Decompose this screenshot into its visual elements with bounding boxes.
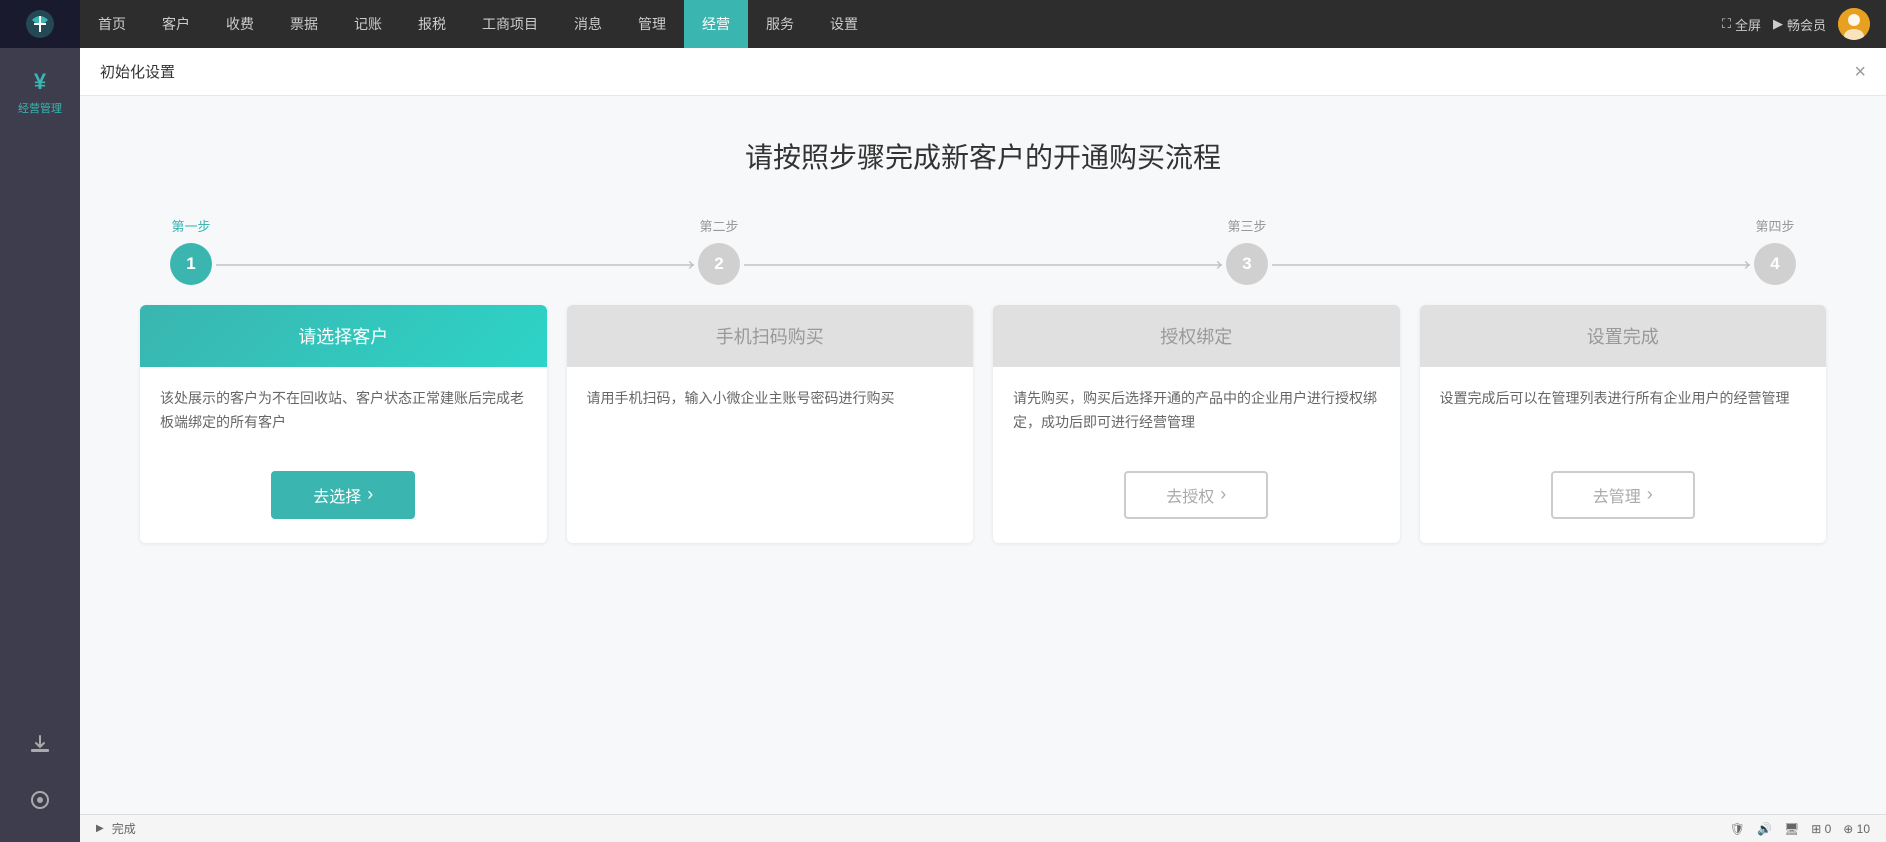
- member-btn[interactable]: ▶ 畅会员: [1773, 15, 1826, 34]
- page-content: 请按照步骤完成新客户的开通购买流程 第一步 1 › 第二步 2: [80, 96, 1886, 814]
- step-card-3: 授权绑定 请先购买，购买后选择开通的产品中的企业用户进行授权绑定，成功后即可进行…: [993, 305, 1400, 543]
- arrow-icon-3: ›: [1220, 484, 1226, 505]
- steps-visual: 第一步 1 › 第二步 2 ›: [140, 216, 1826, 285]
- status-right: 🛡 🔊 🖥 ⊞ 0 ⊕ 10: [1730, 822, 1870, 836]
- go-select-button[interactable]: 去选择 ›: [271, 471, 415, 519]
- nav-home[interactable]: 首页: [80, 0, 144, 48]
- step-2-label: 第二步: [699, 216, 738, 235]
- zoom-level: ⊕ 10: [1843, 822, 1870, 836]
- status-label: 完成: [112, 820, 136, 837]
- sidebar-item-operation[interactable]: ¥ 经营管理: [0, 56, 80, 128]
- play-icon: ▶: [1773, 16, 1783, 32]
- status-left: ▶ 完成: [96, 820, 136, 837]
- step-card-2-body: 请用手机扫码，输入小微企业主账号密码进行购买: [567, 367, 974, 481]
- nav-operation[interactable]: 经营: [684, 0, 748, 48]
- step-4-circle: 4: [1754, 243, 1796, 285]
- step-card-3-footer: 去授权 ›: [993, 455, 1400, 543]
- step-3-label: 第三步: [1227, 216, 1266, 235]
- nav-accounting[interactable]: 记账: [336, 0, 400, 48]
- nav-message[interactable]: 消息: [556, 0, 620, 48]
- nav-fee[interactable]: 收费: [208, 0, 272, 48]
- main-title: 请按照步骤完成新客户的开通购买流程: [140, 136, 1826, 176]
- step-card-4-header: 设置完成: [1420, 305, 1827, 367]
- step-card-1-header: 请选择客户: [140, 305, 547, 367]
- shield-icon: 🛡: [1730, 822, 1745, 836]
- nav-business[interactable]: 工商项目: [464, 0, 556, 48]
- nav-settings[interactable]: 设置: [812, 0, 876, 48]
- step-2-circle: 2: [698, 243, 740, 285]
- top-navigation: 首页 客户 收费 票据 记账 报税 工商项目 消息 管理 经营 服务 设置 ⛶ …: [0, 0, 1886, 48]
- arrow-icon: ›: [367, 484, 373, 505]
- connector-3: ›: [1272, 264, 1750, 266]
- nav-tax[interactable]: 报税: [400, 0, 464, 48]
- status-bar: ▶ 完成 🛡 🔊 🖥 ⊞ 0 ⊕ 10: [80, 814, 1886, 842]
- go-auth-button[interactable]: 去授权 ›: [1124, 471, 1268, 519]
- step-card-2-footer: [567, 481, 974, 543]
- step-card-4: 设置完成 设置完成后可以在管理列表进行所有企业用户的经营管理 去管理 ›: [1420, 305, 1827, 543]
- headset-icon: [26, 786, 54, 814]
- step-3-circle: 3: [1226, 243, 1268, 285]
- step-1-label: 第一步: [171, 216, 210, 235]
- step-card-4-body: 设置完成后可以在管理列表进行所有企业用户的经营管理: [1420, 367, 1827, 455]
- user-avatar[interactable]: [1838, 8, 1870, 40]
- sidebar: ¥ 经营管理: [0, 48, 80, 842]
- connector-2: ›: [744, 264, 1222, 266]
- sidebar-download-btn[interactable]: [0, 718, 80, 774]
- volume-icon: 🔊: [1757, 822, 1772, 836]
- close-button[interactable]: ×: [1854, 62, 1866, 82]
- nav-service[interactable]: 服务: [748, 0, 812, 48]
- step-1-indicator: 第一步 1: [170, 216, 212, 285]
- cards-container: 请选择客户 该处展示的客户为不在回收站、客户状态正常建账后完成老板端绑定的所有客…: [140, 305, 1826, 543]
- avatar-image: [1838, 8, 1870, 40]
- step-card-3-body: 请先购买，购买后选择开通的产品中的企业用户进行授权绑定，成功后即可进行经营管理: [993, 367, 1400, 455]
- connector-1: ›: [216, 264, 694, 266]
- logo-area: [0, 0, 80, 48]
- step-3-indicator: 第三步 3: [1226, 216, 1268, 285]
- play-status-icon: ▶: [96, 823, 104, 834]
- step-4-indicator: 第四步 4: [1754, 216, 1796, 285]
- yuan-icon: ¥: [26, 68, 54, 96]
- go-manage-button[interactable]: 去管理 ›: [1551, 471, 1695, 519]
- nav-items: 首页 客户 收费 票据 记账 报税 工商项目 消息 管理 经营 服务 设置: [80, 0, 1722, 48]
- content-header: 初始化设置 ×: [80, 48, 1886, 96]
- step-4-label: 第四步: [1755, 216, 1794, 235]
- step-card-1-footer: 去选择 ›: [140, 455, 547, 543]
- app-logo-icon: [24, 8, 56, 40]
- screen-icon: 🖥: [1784, 822, 1799, 836]
- nav-customer[interactable]: 客户: [144, 0, 208, 48]
- fullscreen-btn[interactable]: ⛶ 全屏: [1722, 15, 1761, 34]
- step-card-4-footer: 去管理 ›: [1420, 455, 1827, 543]
- nav-right-area: ⛶ 全屏 ▶ 畅会员: [1722, 8, 1886, 40]
- sidebar-support-btn[interactable]: [0, 774, 80, 830]
- nav-invoice[interactable]: 票据: [272, 0, 336, 48]
- step-2-indicator: 第二步 2: [698, 216, 740, 285]
- content-area: 初始化设置 × 请按照步骤完成新客户的开通购买流程 第一步 1 ›: [80, 48, 1886, 842]
- nav-manage[interactable]: 管理: [620, 0, 684, 48]
- fullscreen-icon: ⛶: [1722, 16, 1731, 32]
- page-title: 初始化设置: [100, 61, 175, 82]
- step-card-1: 请选择客户 该处展示的客户为不在回收站、客户状态正常建账后完成老板端绑定的所有客…: [140, 305, 547, 543]
- step-card-1-body: 该处展示的客户为不在回收站、客户状态正常建账后完成老板端绑定的所有客户: [140, 367, 547, 455]
- step-card-2-header: 手机扫码购买: [567, 305, 974, 367]
- download-icon: [26, 730, 54, 758]
- step-card-2: 手机扫码购买 请用手机扫码，输入小微企业主账号密码进行购买: [567, 305, 974, 543]
- step-card-3-header: 授权绑定: [993, 305, 1400, 367]
- step-1-circle: 1: [170, 243, 212, 285]
- sidebar-bottom: [0, 718, 80, 842]
- windows-count: ⊞ 0: [1811, 822, 1831, 836]
- arrow-icon-4: ›: [1647, 484, 1653, 505]
- main-layout: ¥ 经营管理: [0, 48, 1886, 842]
